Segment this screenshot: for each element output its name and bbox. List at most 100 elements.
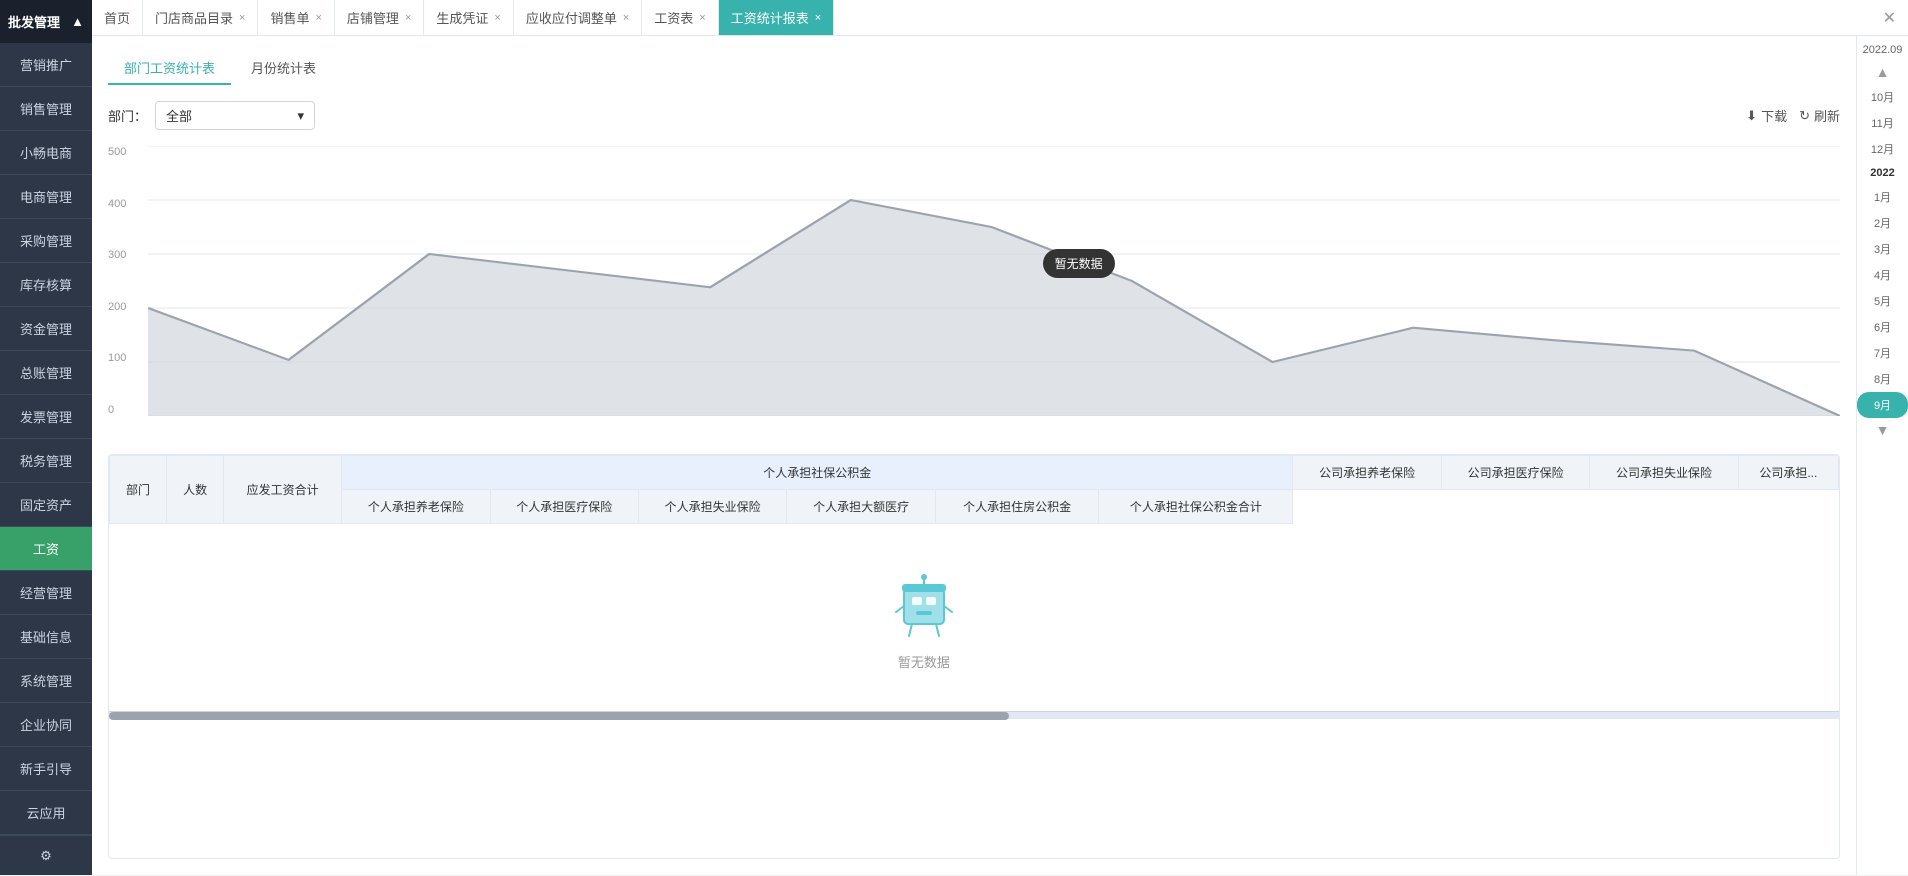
- calendar-month-11[interactable]: 11月: [1857, 110, 1908, 136]
- data-table-wrap[interactable]: 部门 人数 应发工资合计 个人承担社保公积金 公司承担养老保险 公司承担医疗保险…: [108, 454, 1840, 859]
- col-dept: 部门: [110, 456, 167, 524]
- sidebar-item-营销推广[interactable]: 营销推广: [0, 43, 92, 87]
- sub-tab-month[interactable]: 月份统计表: [235, 52, 332, 85]
- col-count: 人数: [167, 456, 224, 524]
- dept-label: 部门：: [108, 106, 147, 125]
- calendar-month-6[interactable]: 6月: [1857, 314, 1908, 340]
- download-label: 下载: [1761, 106, 1787, 125]
- sidebar-item-小畅电商[interactable]: 小畅电商: [0, 131, 92, 175]
- chart-container: 0 100 200 300 400 500: [108, 146, 1840, 446]
- tab-spacer: ✕: [1883, 8, 1904, 28]
- tab-销售单[interactable]: 销售单×: [258, 0, 334, 35]
- sidebar-item-发票管理[interactable]: 发票管理: [0, 395, 92, 439]
- dept-select[interactable]: 全部 ▾: [155, 101, 315, 130]
- tab-close-icon[interactable]: ×: [405, 12, 411, 24]
- sidebar-item-经营管理[interactable]: 经营管理: [0, 571, 92, 615]
- calendar-month-12[interactable]: 12月: [1857, 136, 1908, 162]
- y-label-200: 200: [108, 301, 148, 313]
- content-area: 部门工资统计表 月份统计表 部门： 全部 ▾ ⬇ 下载 ↻ 刷新: [92, 36, 1908, 875]
- calendar-year-label: 2022.09: [1861, 40, 1905, 60]
- calendar-month-1[interactable]: 1月: [1857, 184, 1908, 210]
- sidebar-footer-settings[interactable]: ⚙: [0, 835, 92, 876]
- chart-svg: [148, 146, 1840, 416]
- sidebar-item-总账管理[interactable]: 总账管理: [0, 351, 92, 395]
- tab-首页[interactable]: 首页: [92, 0, 143, 35]
- chart-no-data-tooltip: 暂无数据: [1043, 249, 1115, 278]
- tab-close-icon[interactable]: ×: [699, 12, 705, 24]
- col-personal-medical: 个人承担医疗保险: [490, 490, 638, 524]
- top-tabs-bar: 首页门店商品目录×销售单×店铺管理×生成凭证×应收应付调整单×工资表×工资统计报…: [92, 0, 1908, 36]
- col-personal-pension: 个人承担养老保险: [342, 490, 490, 524]
- col-company-unemploy: 公司承担失业保险: [1590, 456, 1738, 490]
- tab-close-icon[interactable]: ×: [315, 12, 321, 24]
- close-all-tabs-button[interactable]: ✕: [1883, 8, 1896, 28]
- sidebar-header[interactable]: 批发管理 ▲: [0, 0, 92, 43]
- tab-门店商品目录[interactable]: 门店商品目录×: [143, 0, 258, 35]
- sidebar-item-销售管理[interactable]: 销售管理: [0, 87, 92, 131]
- tab-close-icon[interactable]: ×: [815, 12, 821, 24]
- calendar-down-nav[interactable]: ▼: [1872, 418, 1894, 442]
- dept-value: 全部: [166, 106, 192, 125]
- calendar-month-10[interactable]: 10月: [1857, 84, 1908, 110]
- sidebar-item-工资[interactable]: 工资: [0, 527, 92, 571]
- chart-inner: 暂无数据: [148, 146, 1840, 416]
- sidebar-item-基础信息[interactable]: 基础信息: [0, 615, 92, 659]
- sub-tab-dept[interactable]: 部门工资统计表: [108, 52, 231, 85]
- chart-area: 0 100 200 300 400 500: [108, 146, 1840, 446]
- chart-y-axis: 0 100 200 300 400 500: [108, 146, 148, 416]
- calendar-month-4[interactable]: 4月: [1857, 262, 1908, 288]
- tab-店铺管理[interactable]: 店铺管理×: [335, 0, 424, 35]
- sidebar-item-资金管理[interactable]: 资金管理: [0, 307, 92, 351]
- empty-text: 暂无数据: [898, 652, 950, 671]
- calendar-up-nav[interactable]: ▲: [1872, 60, 1894, 84]
- calendar-month-2[interactable]: 2月: [1857, 210, 1908, 236]
- sidebar-item-云应用[interactable]: 云应用: [0, 791, 92, 835]
- sidebar-item-固定资产[interactable]: 固定资产: [0, 483, 92, 527]
- tab-close-icon[interactable]: ×: [494, 12, 500, 24]
- col-personal-major-medical: 个人承担大额医疗: [787, 490, 935, 524]
- sidebar-item-电商管理[interactable]: 电商管理: [0, 175, 92, 219]
- col-company-more: 公司承担...: [1738, 456, 1838, 490]
- toolbar: 部门： 全部 ▾ ⬇ 下载 ↻ 刷新: [108, 101, 1840, 130]
- refresh-button[interactable]: ↻ 刷新: [1799, 106, 1840, 125]
- y-label-400: 400: [108, 198, 148, 210]
- sidebar: 批发管理 ▲ 营销推广销售管理小畅电商电商管理采购管理库存核算资金管理总账管理发…: [0, 0, 92, 875]
- calendar-month-9[interactable]: 9月: [1857, 392, 1908, 418]
- download-icon: ⬇: [1746, 108, 1757, 124]
- data-table: 部门 人数 应发工资合计 个人承担社保公积金 公司承担养老保险 公司承担医疗保险…: [109, 455, 1839, 711]
- sidebar-item-库存核算[interactable]: 库存核算: [0, 263, 92, 307]
- sub-tabs: 部门工资统计表 月份统计表: [108, 52, 1840, 85]
- sidebar-item-税务管理[interactable]: 税务管理: [0, 439, 92, 483]
- calendar-month-5[interactable]: 5月: [1857, 288, 1908, 314]
- empty-icon: [884, 564, 964, 644]
- download-button[interactable]: ⬇ 下载: [1746, 106, 1787, 125]
- calendar-year-2022: 2022: [1857, 162, 1908, 184]
- y-label-0: 0: [108, 404, 148, 416]
- main-panel: 部门工资统计表 月份统计表 部门： 全部 ▾ ⬇ 下载 ↻ 刷新: [92, 36, 1856, 875]
- tab-工资表[interactable]: 工资表×: [642, 0, 718, 35]
- refresh-icon: ↻: [1799, 108, 1810, 124]
- tab-工资统计报表[interactable]: 工资统计报表×: [719, 0, 834, 35]
- sidebar-toggle-icon: ▲: [71, 14, 84, 29]
- tab-close-icon[interactable]: ×: [623, 12, 629, 24]
- col-total-salary: 应发工资合计: [224, 456, 342, 524]
- y-label-100: 100: [108, 352, 148, 364]
- calendar-month-7[interactable]: 7月: [1857, 340, 1908, 366]
- main-area: 首页门店商品目录×销售单×店铺管理×生成凭证×应收应付调整单×工资表×工资统计报…: [92, 0, 1908, 875]
- col-company-medical: 公司承担医疗保险: [1441, 456, 1589, 490]
- col-company-pension: 公司承担养老保险: [1293, 456, 1441, 490]
- sidebar-item-企业协同[interactable]: 企业协同: [0, 703, 92, 747]
- col-personal-housing: 个人承担住房公积金: [935, 490, 1099, 524]
- tab-生成凭证[interactable]: 生成凭证×: [424, 0, 513, 35]
- sidebar-item-新手引导[interactable]: 新手引导: [0, 747, 92, 791]
- sidebar-item-采购管理[interactable]: 采购管理: [0, 219, 92, 263]
- sidebar-item-系统管理[interactable]: 系统管理: [0, 659, 92, 703]
- calendar-month-8[interactable]: 8月: [1857, 366, 1908, 392]
- calendar-month-3[interactable]: 3月: [1857, 236, 1908, 262]
- col-group-personal: 个人承担社保公积金: [342, 456, 1293, 490]
- tab-应收应付调整单[interactable]: 应收应付调整单×: [514, 0, 642, 35]
- col-personal-unemploy: 个人承担失业保险: [638, 490, 786, 524]
- chevron-down-icon: ▾: [297, 108, 304, 124]
- sidebar-title: 批发管理: [8, 12, 60, 31]
- tab-close-icon[interactable]: ×: [239, 12, 245, 24]
